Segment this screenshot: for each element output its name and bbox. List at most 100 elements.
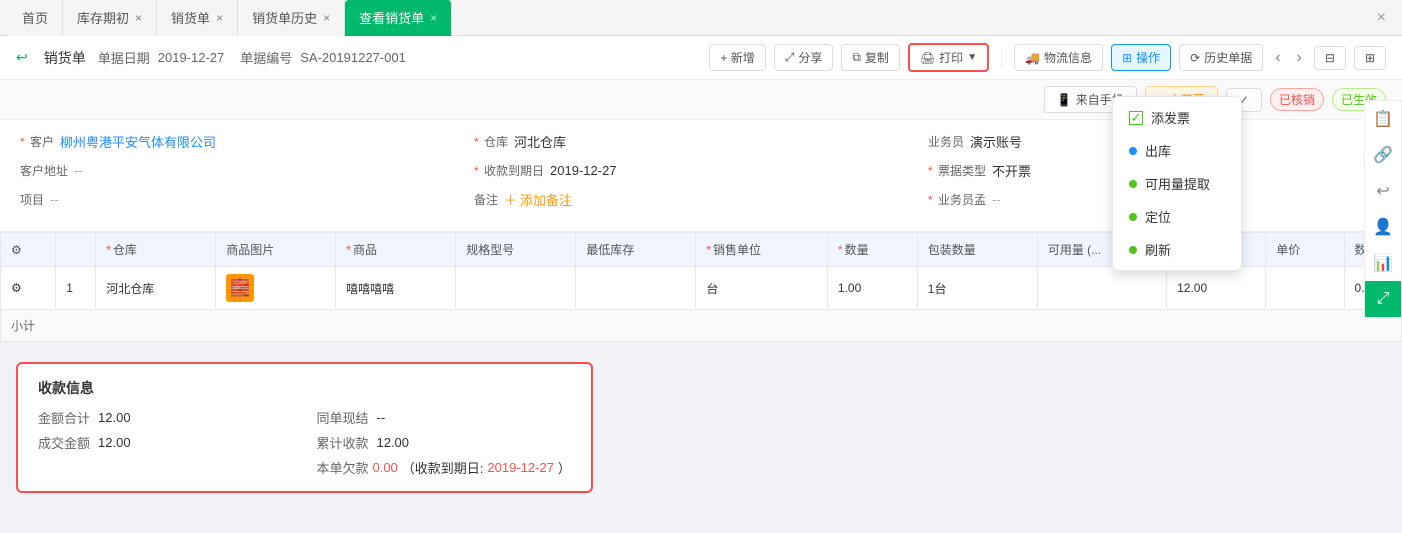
note-field: 备注 ＋ 添加备注 [474, 190, 928, 209]
payment-date-field: * 收款到期日 2019-12-27 [474, 162, 928, 179]
copy-label: 复制 [865, 49, 889, 66]
tab-sales-history[interactable]: 销货单历史 × [238, 0, 345, 36]
col-pack-qty: 包装数量 [917, 233, 1037, 267]
operations-dropdown: ✓ 添发票 出库 可用量提取 定位 刷新 [1112, 96, 1242, 271]
staff-label: 业务员 [928, 133, 964, 150]
tab-inventory-init-label: 库存期初 [77, 8, 129, 27]
row-gear-icon: ⚙ [11, 281, 22, 295]
row-unit-cell: 台 [696, 267, 828, 310]
subtotal-cell: 小计 [1, 310, 1402, 342]
customer-value[interactable]: 柳州粤港平安气体有限公司 [60, 132, 216, 151]
history-icon: ⟳ [1190, 51, 1200, 65]
customer-label-text: 客户 [30, 135, 54, 149]
tab-home[interactable]: 首页 [8, 0, 63, 36]
global-close-button[interactable]: × [1369, 9, 1394, 27]
address-label-text: 客户地址 [20, 164, 68, 178]
outbound-item[interactable]: 出库 [1113, 134, 1241, 167]
view-grid-button[interactable]: ⊞ [1354, 46, 1386, 70]
document-header: ↩ 销货单 单据日期 2019-12-27 单据编号 SA-20191227-0… [0, 36, 1402, 80]
history-button[interactable]: ⟳ 历史单据 [1179, 44, 1263, 71]
payment-cumulative-row: 累计收款 12.00 [316, 433, 570, 452]
payment-due-date-value: 2019-12-27 [487, 460, 554, 475]
col-warehouse: *仓库 [96, 233, 216, 267]
row-available-cell [1037, 267, 1166, 310]
add-note-button[interactable]: ＋ 添加备注 [504, 190, 572, 209]
staff-label-text: 业务员 [928, 135, 964, 149]
payment-same-order-value: -- [376, 410, 385, 425]
warehouse-field: * 仓库 河北仓库 [474, 132, 928, 151]
note-label-text: 备注 [474, 193, 498, 207]
operations-icon: ⊞ [1122, 51, 1132, 65]
refresh-item[interactable]: 刷新 [1113, 233, 1241, 266]
add-invoice-label: 添发票 [1151, 108, 1190, 127]
green-dot-icon-3 [1129, 246, 1137, 254]
copy-icon: ⧉ [852, 50, 861, 65]
tab-view-sales-close[interactable]: × [430, 11, 437, 25]
sidebar-icon-2[interactable]: 🔗 [1365, 137, 1401, 173]
col-unit-price: 单价 [1266, 233, 1344, 267]
sidebar-icon-5[interactable]: 📊 [1365, 245, 1401, 281]
operations-button[interactable]: ⊞ 操作 [1111, 44, 1171, 71]
project-field: 项目 -- [20, 191, 474, 208]
copy-button[interactable]: ⧉ 复制 [841, 44, 900, 71]
customer-field: * 客户 柳州粤港平安气体有限公司 [20, 132, 474, 151]
green-dot-icon-2 [1129, 213, 1137, 221]
row-min-stock-cell [576, 267, 696, 310]
add-note-label: 添加备注 [520, 190, 572, 209]
tab-sales-history-close[interactable]: × [323, 11, 330, 25]
no-label: 单据编号 [240, 48, 292, 67]
date-label: 单据日期 [98, 48, 150, 67]
doc-date-label: 单据日期 2019-12-27 [98, 48, 225, 67]
available-qty-label: 可用量提取 [1145, 174, 1210, 193]
logistics-button[interactable]: 🚚 物流信息 [1014, 44, 1103, 71]
ticket-type-required: * [928, 164, 933, 178]
new-button[interactable]: + 新增 [709, 44, 765, 71]
tab-view-sales[interactable]: 查看销货单 × [345, 0, 452, 36]
invoice-icon: ✓ [1129, 111, 1143, 125]
payment-same-order-row: 同单现结 -- [316, 408, 570, 427]
row-product-cell: 嘻嘻嘻嘻 [336, 267, 456, 310]
locate-item[interactable]: 定位 [1113, 200, 1241, 233]
payment-total-label: 金额合计 [38, 408, 90, 427]
sidebar-icon-6[interactable]: ⤢ [1365, 281, 1401, 317]
share-button[interactable]: ⤢ 分享 [774, 44, 834, 71]
note-label: 备注 [474, 191, 498, 208]
row-qty-cell: 1.00 [827, 267, 917, 310]
payment-transaction-row: 成交金额 12.00 [38, 433, 292, 452]
doc-actions: + 新增 ⤢ 分享 ⧉ 复制 🖨 打印 ▼ 🚚 物流信息 ⊞ 操作 [709, 43, 1386, 72]
tab-inventory-init[interactable]: 库存期初 × [63, 0, 157, 36]
available-qty-item[interactable]: 可用量提取 [1113, 167, 1241, 200]
print-button[interactable]: 🖨 打印 ▼ [908, 43, 989, 72]
nav-next-button[interactable]: › [1293, 47, 1306, 69]
nav-prev-button[interactable]: ‹ [1271, 47, 1284, 69]
doc-icon: ↩ [16, 49, 28, 66]
col-settings[interactable]: ⚙ [1, 233, 56, 267]
sidebar-icon-3[interactable]: ↩ [1365, 173, 1401, 209]
row-settings-cell[interactable]: ⚙ [1, 267, 56, 310]
ticket-type-value: 不开票 [992, 161, 1031, 180]
blue-dot-icon [1129, 147, 1137, 155]
payment-due-date-suffix: ） [558, 458, 571, 477]
staff2-label: * 业务员孟 [928, 191, 986, 208]
tab-sales-order-close[interactable]: × [216, 11, 223, 25]
doc-meta: 单据日期 2019-12-27 单据编号 SA-20191227-001 [98, 48, 406, 67]
tab-sales-order[interactable]: 销货单 × [157, 0, 238, 36]
row-unit-price-cell [1266, 267, 1344, 310]
tab-inventory-init-close[interactable]: × [135, 11, 142, 25]
add-invoice-item[interactable]: ✓ 添发票 [1113, 101, 1241, 134]
plus-icon: ＋ [504, 190, 517, 209]
print-dropdown-arrow: ▼ [967, 52, 977, 63]
payment-outstanding-label: 本单欠款 [316, 458, 368, 477]
outbound-label: 出库 [1145, 141, 1171, 160]
view-list-button[interactable]: ⊟ [1314, 46, 1346, 70]
table-row[interactable]: ⚙ 1 河北仓库 🧱 嘻嘻嘻嘻 台 1.00 1台 12.00 [1, 267, 1402, 310]
project-label-text: 项目 [20, 193, 44, 207]
payment-due-date-prefix: （收款到期日: [402, 458, 484, 477]
payment-same-order-label: 同单现结 [316, 408, 368, 427]
sidebar-icon-1[interactable]: 📋 [1365, 101, 1401, 137]
payment-cumulative-label: 累计收款 [316, 433, 368, 452]
product-image: 🧱 [226, 274, 254, 302]
sidebar-icon-4[interactable]: 👤 [1365, 209, 1401, 245]
subtotal-row: 小计 [1, 310, 1402, 342]
locate-label: 定位 [1145, 207, 1171, 226]
